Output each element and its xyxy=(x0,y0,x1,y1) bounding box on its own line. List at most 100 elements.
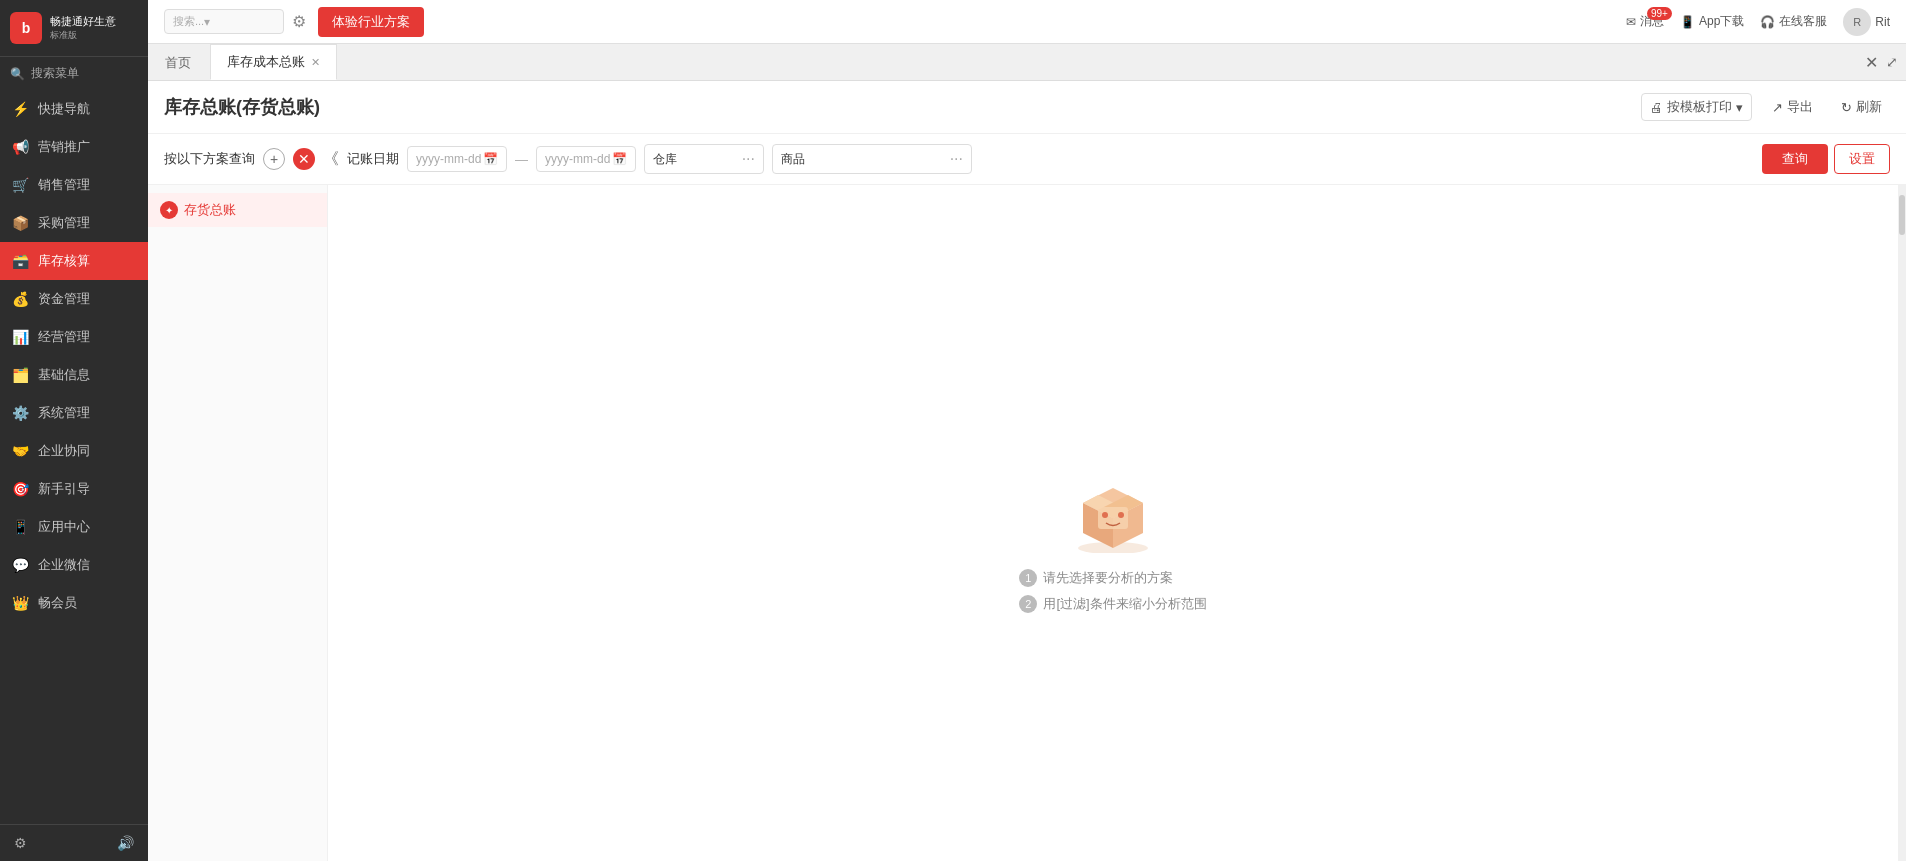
tab-home-label: 首页 xyxy=(165,54,191,72)
user-name: Rit xyxy=(1875,15,1890,29)
app-download-action[interactable]: 📱 App下载 xyxy=(1680,13,1744,30)
sales-icon: 🛒 xyxy=(10,177,30,193)
sidebar-item-label: 营销推广 xyxy=(38,138,90,156)
chevron-down-icon: ▾ xyxy=(204,15,210,29)
basic-icon: 🗂️ xyxy=(10,367,30,383)
filter-add-button[interactable]: + xyxy=(263,148,285,170)
sidebar-item-guide[interactable]: 🎯 新手引导 xyxy=(0,470,148,508)
logo-icon: b xyxy=(10,12,42,44)
tip-row-2: 2 用[过滤]条件来缩小分析范围 xyxy=(1019,595,1206,613)
scrollbar-thumb[interactable] xyxy=(1899,195,1905,235)
ledger-icon: ✦ xyxy=(160,201,178,219)
calendar-start-icon: 📅 xyxy=(483,152,498,166)
gear-icon[interactable]: ⚙ xyxy=(292,12,306,31)
export-label: 导出 xyxy=(1787,98,1813,116)
scrollbar-track[interactable] xyxy=(1898,185,1906,861)
sidebar-item-label: 资金管理 xyxy=(38,290,90,308)
date-start-input[interactable]: yyyy-mm-dd 📅 xyxy=(407,146,507,172)
tab-home[interactable]: 首页 xyxy=(148,44,208,80)
right-panel-btns: 查询 设置 xyxy=(1762,144,1890,174)
filter-remove-button[interactable]: ✕ xyxy=(293,148,315,170)
sidebar-item-wechat[interactable]: 💬 企业微信 xyxy=(0,546,148,584)
purchase-icon: 📦 xyxy=(10,215,30,231)
print-button[interactable]: 🖨 按模板打印 ▾ xyxy=(1641,93,1752,121)
online-service-label: 在线客服 xyxy=(1779,13,1827,30)
content-area: ✦ 存货总账 xyxy=(148,185,1906,861)
sidebar-item-label: 销售管理 xyxy=(38,176,90,194)
filter-collapse-button[interactable]: 《 xyxy=(323,149,339,170)
warehouse-label: 仓库 xyxy=(653,151,677,168)
industry-button[interactable]: 体验行业方案 xyxy=(318,7,424,37)
date-separator: — xyxy=(515,152,528,167)
tip-row-1: 1 请先选择要分析的方案 xyxy=(1019,569,1206,587)
sidebar-item-marketing[interactable]: 📢 营销推广 xyxy=(0,128,148,166)
header-search-area: 搜索... ▾ ⚙ xyxy=(164,9,306,34)
filter-row: 记账日期 yyyy-mm-dd 📅 — yyyy-mm-dd 📅 仓库 ··· … xyxy=(347,144,1890,174)
sidebar-item-quick-nav[interactable]: ⚡ 快捷导航 xyxy=(0,90,148,128)
service-icon: 🎧 xyxy=(1760,15,1775,29)
sidebar: b 畅捷通好生意 标准版 🔍 搜索菜单 ⚡ 快捷导航 📢 营销推广 🛒 销售管理… xyxy=(0,0,148,861)
export-button[interactable]: ↗ 导出 xyxy=(1764,94,1821,120)
user-area[interactable]: R Rit xyxy=(1843,8,1890,36)
sidebar-item-business[interactable]: 📊 经营管理 xyxy=(0,318,148,356)
refresh-button[interactable]: ↻ 刷新 xyxy=(1833,94,1890,120)
system-icon: ⚙️ xyxy=(10,405,30,421)
sidebar-item-label: 快捷导航 xyxy=(38,100,90,118)
tab-panel-actions: ✕ ⤢ xyxy=(1857,44,1906,80)
main-content: 搜索... ▾ ⚙ 体验行业方案 ✉ 消息 99+ 📱 App下载 🎧 在线客服… xyxy=(148,0,1906,861)
tip-num-2: 2 xyxy=(1019,595,1037,613)
sidebar-item-label: 经营管理 xyxy=(38,328,90,346)
sidebar-item-vip[interactable]: 👑 畅会员 xyxy=(0,584,148,622)
date-field-label: 记账日期 xyxy=(347,150,399,168)
refresh-label: 刷新 xyxy=(1856,98,1882,116)
header-search-box[interactable]: 搜索... ▾ xyxy=(164,9,284,34)
empty-tips: 1 请先选择要分析的方案 2 用[过滤]条件来缩小分析范围 xyxy=(1019,569,1206,613)
sidebar-item-basic[interactable]: 🗂️ 基础信息 xyxy=(0,356,148,394)
goods-select[interactable]: 商品 ··· xyxy=(772,144,972,174)
tip-num-1: 1 xyxy=(1019,569,1037,587)
sidebar-search[interactable]: 🔍 搜索菜单 xyxy=(0,57,148,90)
sidebar-item-label: 应用中心 xyxy=(38,518,90,536)
warehouse-select[interactable]: 仓库 ··· xyxy=(644,144,764,174)
sidebar-item-finance[interactable]: 💰 资金管理 xyxy=(0,280,148,318)
query-button[interactable]: 查询 xyxy=(1762,144,1828,174)
quick-nav-icon: ⚡ xyxy=(10,101,30,117)
sound-footer-icon[interactable]: 🔊 xyxy=(117,835,134,851)
online-service-action[interactable]: 🎧 在线客服 xyxy=(1760,13,1827,30)
sidebar-item-app-center[interactable]: 📱 应用中心 xyxy=(0,508,148,546)
message-action[interactable]: ✉ 消息 99+ xyxy=(1626,13,1664,30)
phone-icon: 📱 xyxy=(1680,15,1695,29)
sidebar-item-system[interactable]: ⚙️ 系统管理 xyxy=(0,394,148,432)
avatar: R xyxy=(1843,8,1871,36)
panel-close-button[interactable]: ✕ xyxy=(1865,53,1878,72)
goods-label: 商品 xyxy=(781,151,805,168)
sidebar-item-sales[interactable]: 🛒 销售管理 xyxy=(0,166,148,204)
panel-expand-button[interactable]: ⤢ xyxy=(1886,54,1898,70)
search-icon: 🔍 xyxy=(10,67,25,81)
date-end-input[interactable]: yyyy-mm-dd 📅 xyxy=(536,146,636,172)
sidebar-item-inventory[interactable]: 🗃️ 库存核算 xyxy=(0,242,148,280)
tab-inventory-cost[interactable]: 库存成本总账 ✕ xyxy=(210,44,337,80)
logo-name: 畅捷通好生意 xyxy=(50,14,116,28)
settings-footer-icon[interactable]: ⚙ xyxy=(14,835,27,851)
settings-button[interactable]: 设置 xyxy=(1834,144,1890,174)
refresh-icon: ↻ xyxy=(1841,100,1852,115)
sidebar-item-label: 采购管理 xyxy=(38,214,90,232)
sidebar-footer: ⚙ 🔊 xyxy=(0,824,148,861)
inventory-icon: 🗃️ xyxy=(10,253,30,269)
tab-close-icon[interactable]: ✕ xyxy=(311,56,320,69)
print-label: 按模板打印 xyxy=(1667,98,1732,116)
logo-text-area: 畅捷通好生意 标准版 xyxy=(50,14,116,41)
svg-point-7 xyxy=(1102,512,1108,518)
sidebar-item-purchase[interactable]: 📦 采购管理 xyxy=(0,204,148,242)
sub-nav-item-inventory-ledger[interactable]: ✦ 存货总账 xyxy=(148,193,327,227)
message-icon: ✉ xyxy=(1626,15,1636,29)
date-start-placeholder: yyyy-mm-dd xyxy=(416,152,481,166)
sidebar-item-cooperation[interactable]: 🤝 企业协同 xyxy=(0,432,148,470)
vip-icon: 👑 xyxy=(10,595,30,611)
main-data-area: 1 请先选择要分析的方案 2 用[过滤]条件来缩小分析范围 xyxy=(328,185,1898,861)
print-chevron-icon: ▾ xyxy=(1736,100,1743,115)
guide-icon: 🎯 xyxy=(10,481,30,497)
message-badge: 99+ xyxy=(1647,7,1672,20)
goods-more-icon: ··· xyxy=(950,150,963,168)
